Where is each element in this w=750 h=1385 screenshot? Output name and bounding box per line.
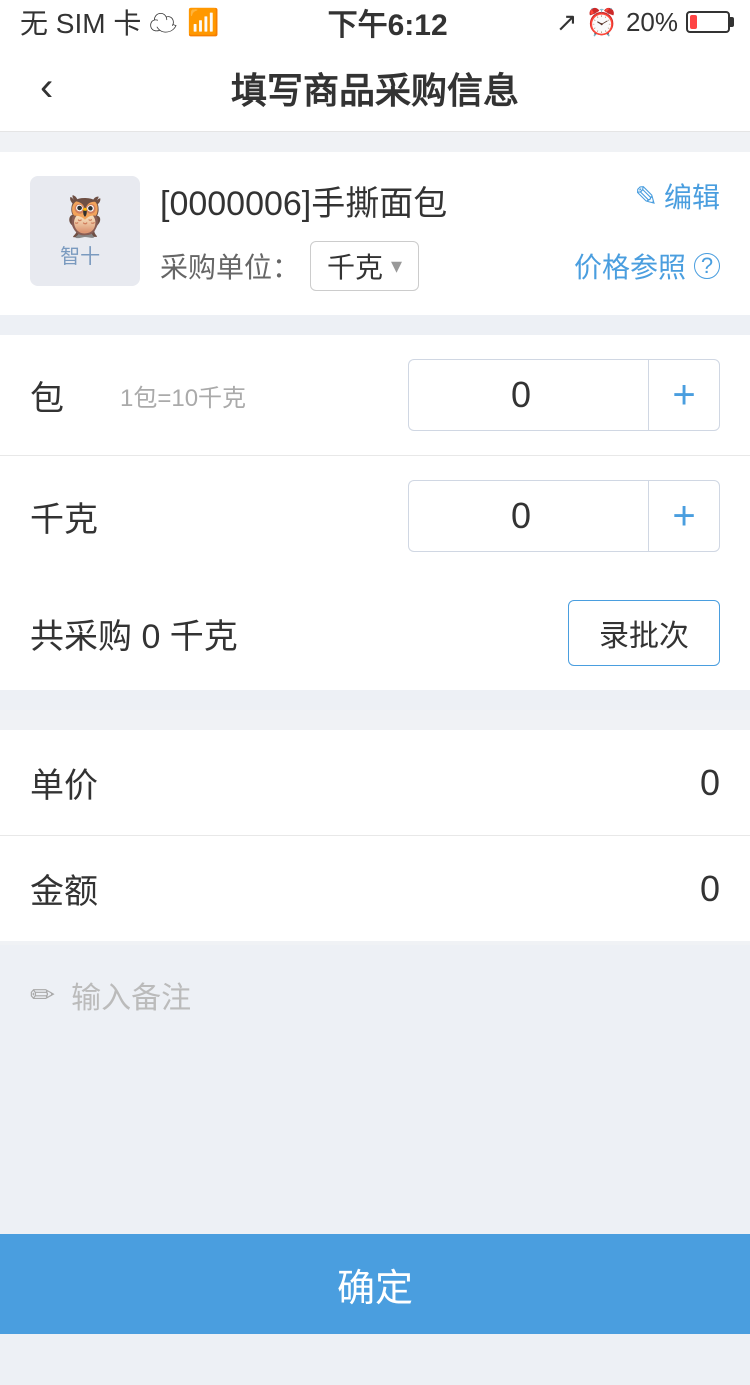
kg-input-row: 千克 + [0, 456, 750, 576]
kg-quantity-input[interactable] [408, 480, 648, 552]
bag-sublabel: 1包=10千克 [120, 378, 246, 413]
remark-section[interactable]: ✏ 输入备注 [0, 945, 750, 1045]
purchase-unit-left: 采购单位： 千克 ▾ [160, 241, 419, 291]
info-icon: ? [694, 253, 720, 279]
status-right: ↗ ⏰ 20% [556, 7, 730, 38]
amount-value: 0 [700, 868, 720, 910]
bag-input-row: 包 1包=10千克 + [0, 335, 750, 456]
price-ref-button[interactable]: 价格参照 ? [574, 246, 720, 286]
purchase-unit-label: 采购单位： [160, 246, 300, 286]
edit-link[interactable]: ✎ 编辑 [635, 176, 720, 216]
unit-price-row: 单价 0 [0, 730, 750, 836]
kg-plus-button[interactable]: + [648, 480, 720, 552]
unit-select[interactable]: 千克 ▾ [310, 241, 419, 291]
remark-placeholder: 输入备注 [71, 973, 191, 1017]
wifi-icon: 📶 [187, 7, 219, 38]
unit-price-value: 0 [700, 762, 720, 804]
alarm-icon: ⏰ [586, 7, 618, 38]
kg-input-control: + [408, 480, 720, 552]
edit-icon: ✎ [635, 180, 658, 213]
content-area [0, 1045, 750, 1385]
product-name: [0000006]手撕面包 [160, 176, 447, 225]
input-section: 包 1包=10千克 + 千克 + [0, 335, 750, 576]
purchase-unit-row: 采购单位： 千克 ▾ 价格参照 ? [160, 241, 720, 291]
confirm-bar[interactable]: 确定 [0, 1234, 750, 1334]
confirm-label: 确定 [337, 1257, 413, 1312]
product-info: [0000006]手撕面包 ✎ 编辑 采购单位： 千克 ▾ 价格参照 ? [160, 176, 720, 291]
signal-icon: ↗ [556, 7, 578, 38]
product-header: [0000006]手撕面包 ✎ 编辑 [160, 176, 720, 225]
price-ref-label: 价格参照 [574, 246, 686, 286]
amount-label: 金额 [30, 864, 98, 913]
product-thumbnail: 🦉 智十 [30, 176, 140, 286]
status-time: 下午6:12 [328, 0, 448, 44]
section-divider-2 [0, 690, 750, 710]
pencil-icon: ✏ [30, 978, 55, 1013]
unit-value: 千克 [327, 246, 383, 286]
chevron-down-icon: ▾ [391, 253, 402, 279]
sim-status: 无 SIM 卡 ☁ [20, 2, 177, 42]
kg-label: 千克 [30, 492, 110, 541]
amount-row: 金额 0 [0, 836, 750, 941]
unit-price-label: 单价 [30, 758, 98, 807]
product-card: 🦉 智十 [0000006]手撕面包 ✎ 编辑 采购单位： 千克 ▾ 价格参照 … [0, 152, 750, 315]
battery-icon [686, 11, 730, 33]
price-section: 单价 0 金额 0 [0, 730, 750, 941]
bag-plus-button[interactable]: + [648, 359, 720, 431]
page-title: 填写商品采购信息 [231, 62, 519, 114]
bag-quantity-input[interactable] [408, 359, 648, 431]
bag-label: 包 [30, 371, 110, 420]
status-left: 无 SIM 卡 ☁ 📶 [20, 2, 220, 42]
edit-label: 编辑 [664, 176, 720, 216]
total-purchase-text: 共采购 0 千克 [30, 609, 238, 658]
status-bar: 无 SIM 卡 ☁ 📶 下午6:12 ↗ ⏰ 20% [0, 0, 750, 44]
nav-bar: ‹ 填写商品采购信息 [0, 44, 750, 132]
battery-percent: 20% [626, 7, 678, 38]
brand-label: 智十 [60, 240, 110, 269]
summary-row: 共采购 0 千克 录批次 [0, 576, 750, 690]
batch-button[interactable]: 录批次 [568, 600, 720, 666]
section-divider-1 [0, 315, 750, 335]
bag-input-control: + [408, 359, 720, 431]
back-button[interactable]: ‹ [30, 55, 63, 120]
owl-icon: 🦉 [60, 193, 110, 240]
